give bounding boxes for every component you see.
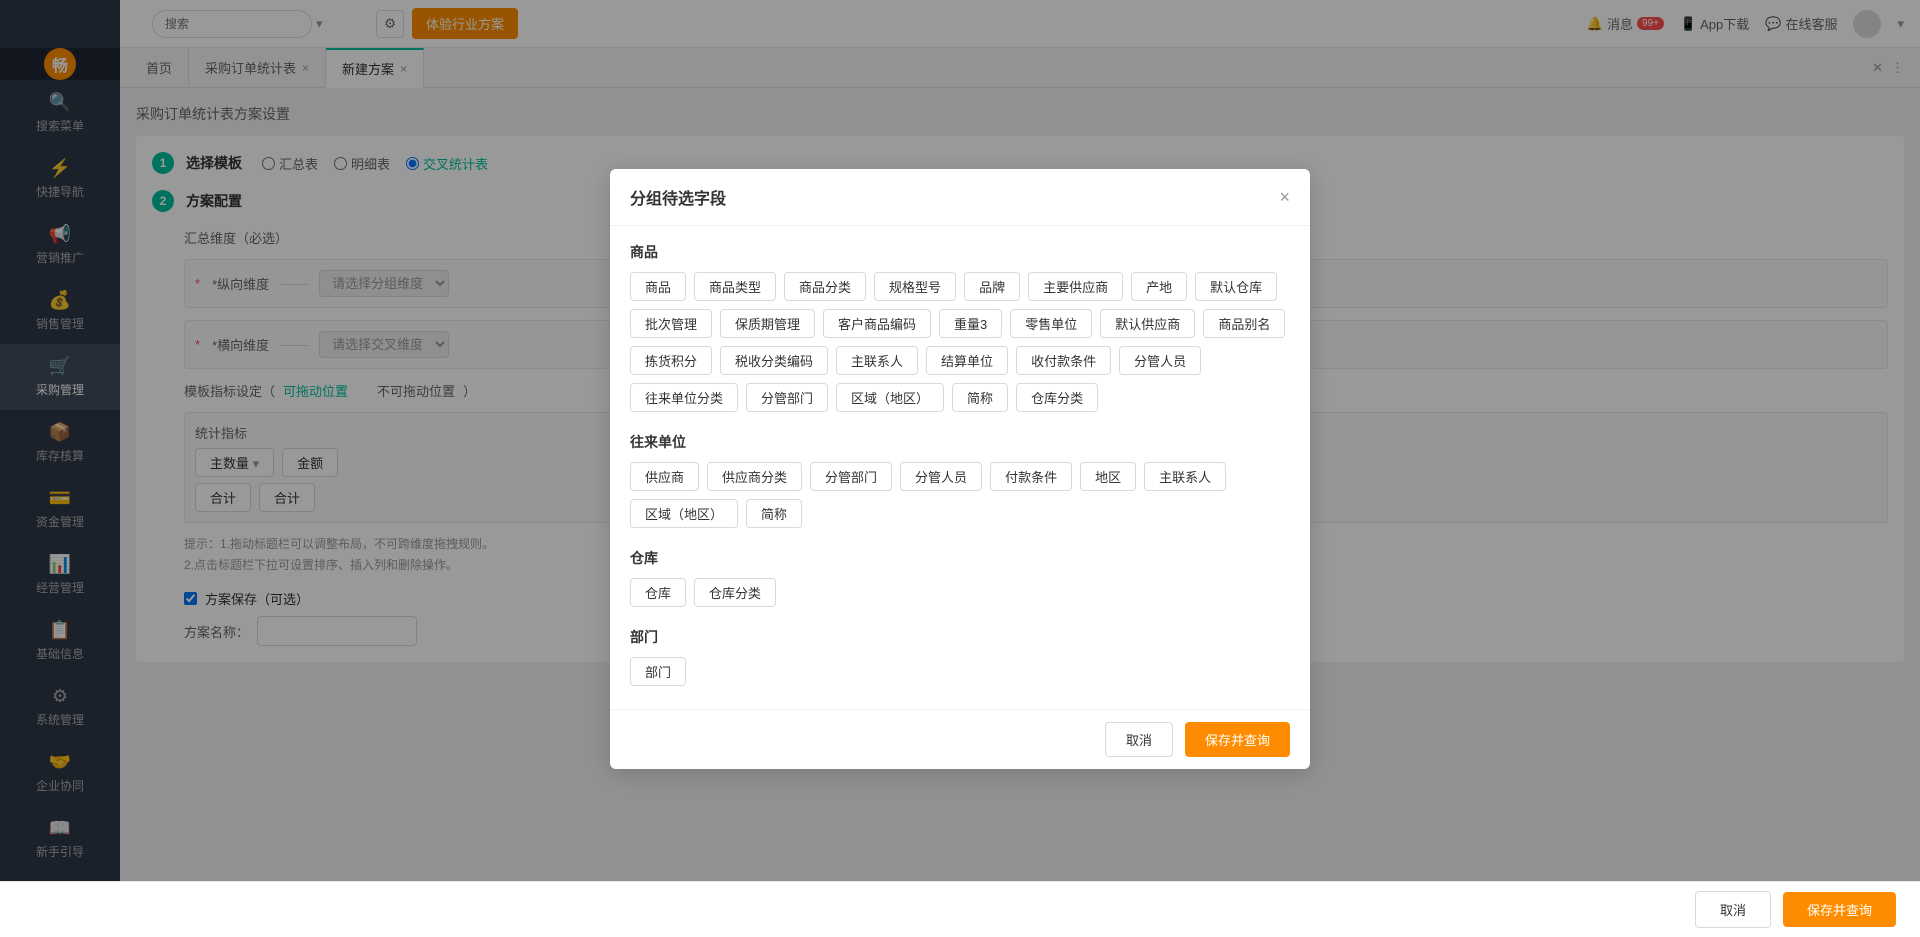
modal-confirm-button[interactable]: 保存并查询 <box>1185 722 1290 757</box>
field-tag[interactable]: 客户商品编码 <box>823 309 931 338</box>
modal-header: 分组待选字段 × <box>610 169 1310 226</box>
field-tag[interactable]: 仓库分类 <box>694 578 776 607</box>
partner-fields: 供应商 供应商分类 分管部门 分管人员 付款条件 地区 主联系人 区域（地区） … <box>630 462 1290 528</box>
field-tag[interactable]: 产地 <box>1131 272 1187 301</box>
bottom-confirm-button[interactable]: 保存并查询 <box>1783 892 1896 927</box>
field-tag[interactable]: 分管人员 <box>1119 346 1201 375</box>
field-tag[interactable]: 简称 <box>746 499 802 528</box>
modal-overlay: 分组待选字段 × 商品 商品 商品类型 商品分类 规格型号 品牌 主要供应商 产… <box>0 0 1920 937</box>
modal-footer: 取消 保存并查询 <box>610 709 1310 769</box>
warehouse-fields: 仓库 仓库分类 <box>630 578 1290 607</box>
modal: 分组待选字段 × 商品 商品 商品类型 商品分类 规格型号 品牌 主要供应商 产… <box>610 169 1310 769</box>
field-tag[interactable]: 主联系人 <box>1144 462 1226 491</box>
field-tag[interactable]: 主联系人 <box>836 346 918 375</box>
field-tag[interactable]: 收付款条件 <box>1016 346 1111 375</box>
field-tag[interactable]: 简称 <box>952 383 1008 412</box>
field-tag[interactable]: 付款条件 <box>990 462 1072 491</box>
field-tag[interactable]: 分管部门 <box>746 383 828 412</box>
section-partner: 往来单位 供应商 供应商分类 分管部门 分管人员 付款条件 地区 主联系人 区域… <box>630 432 1290 528</box>
modal-body: 商品 商品 商品类型 商品分类 规格型号 品牌 主要供应商 产地 默认仓库 批次… <box>610 226 1310 709</box>
field-tag[interactable]: 仓库 <box>630 578 686 607</box>
section-warehouse: 仓库 仓库 仓库分类 <box>630 548 1290 607</box>
section-goods: 商品 商品 商品类型 商品分类 规格型号 品牌 主要供应商 产地 默认仓库 批次… <box>630 242 1290 412</box>
field-tag[interactable]: 重量3 <box>939 309 1002 338</box>
field-tag[interactable]: 往来单位分类 <box>630 383 738 412</box>
field-tag[interactable]: 地区 <box>1080 462 1136 491</box>
field-tag[interactable]: 分管部门 <box>810 462 892 491</box>
field-tag[interactable]: 分管人员 <box>900 462 982 491</box>
modal-title: 分组待选字段 <box>630 185 726 209</box>
dept-fields: 部门 <box>630 657 1290 686</box>
modal-cancel-button[interactable]: 取消 <box>1105 722 1173 757</box>
field-tag[interactable]: 供应商分类 <box>707 462 802 491</box>
field-tag[interactable]: 零售单位 <box>1010 309 1092 338</box>
field-tag[interactable]: 主要供应商 <box>1028 272 1123 301</box>
field-tag[interactable]: 税收分类编码 <box>720 346 828 375</box>
field-tag[interactable]: 拣货积分 <box>630 346 712 375</box>
field-tag[interactable]: 批次管理 <box>630 309 712 338</box>
goods-fields: 商品 商品类型 商品分类 规格型号 品牌 主要供应商 产地 默认仓库 批次管理 … <box>630 272 1290 412</box>
field-tag[interactable]: 区域（地区） <box>630 499 738 528</box>
field-tag[interactable]: 品牌 <box>964 272 1020 301</box>
bottom-cancel-button[interactable]: 取消 <box>1695 891 1771 928</box>
field-tag[interactable]: 规格型号 <box>874 272 956 301</box>
field-tag[interactable]: 默认供应商 <box>1100 309 1195 338</box>
section-warehouse-title: 仓库 <box>630 548 1290 568</box>
field-tag[interactable]: 商品类型 <box>694 272 776 301</box>
section-dept: 部门 部门 <box>630 627 1290 686</box>
field-tag[interactable]: 商品分类 <box>784 272 866 301</box>
field-tag[interactable]: 结算单位 <box>926 346 1008 375</box>
modal-close-button[interactable]: × <box>1279 188 1290 206</box>
field-tag[interactable]: 保质期管理 <box>720 309 815 338</box>
section-goods-title: 商品 <box>630 242 1290 262</box>
field-tag[interactable]: 商品别名 <box>1203 309 1285 338</box>
field-tag[interactable]: 部门 <box>630 657 686 686</box>
field-tag[interactable]: 默认仓库 <box>1195 272 1277 301</box>
section-partner-title: 往来单位 <box>630 432 1290 452</box>
bottom-bar: 取消 保存并查询 <box>0 881 1920 937</box>
field-tag[interactable]: 区域（地区） <box>836 383 944 412</box>
field-tag[interactable]: 供应商 <box>630 462 699 491</box>
section-dept-title: 部门 <box>630 627 1290 647</box>
field-tag[interactable]: 商品 <box>630 272 686 301</box>
field-tag[interactable]: 仓库分类 <box>1016 383 1098 412</box>
